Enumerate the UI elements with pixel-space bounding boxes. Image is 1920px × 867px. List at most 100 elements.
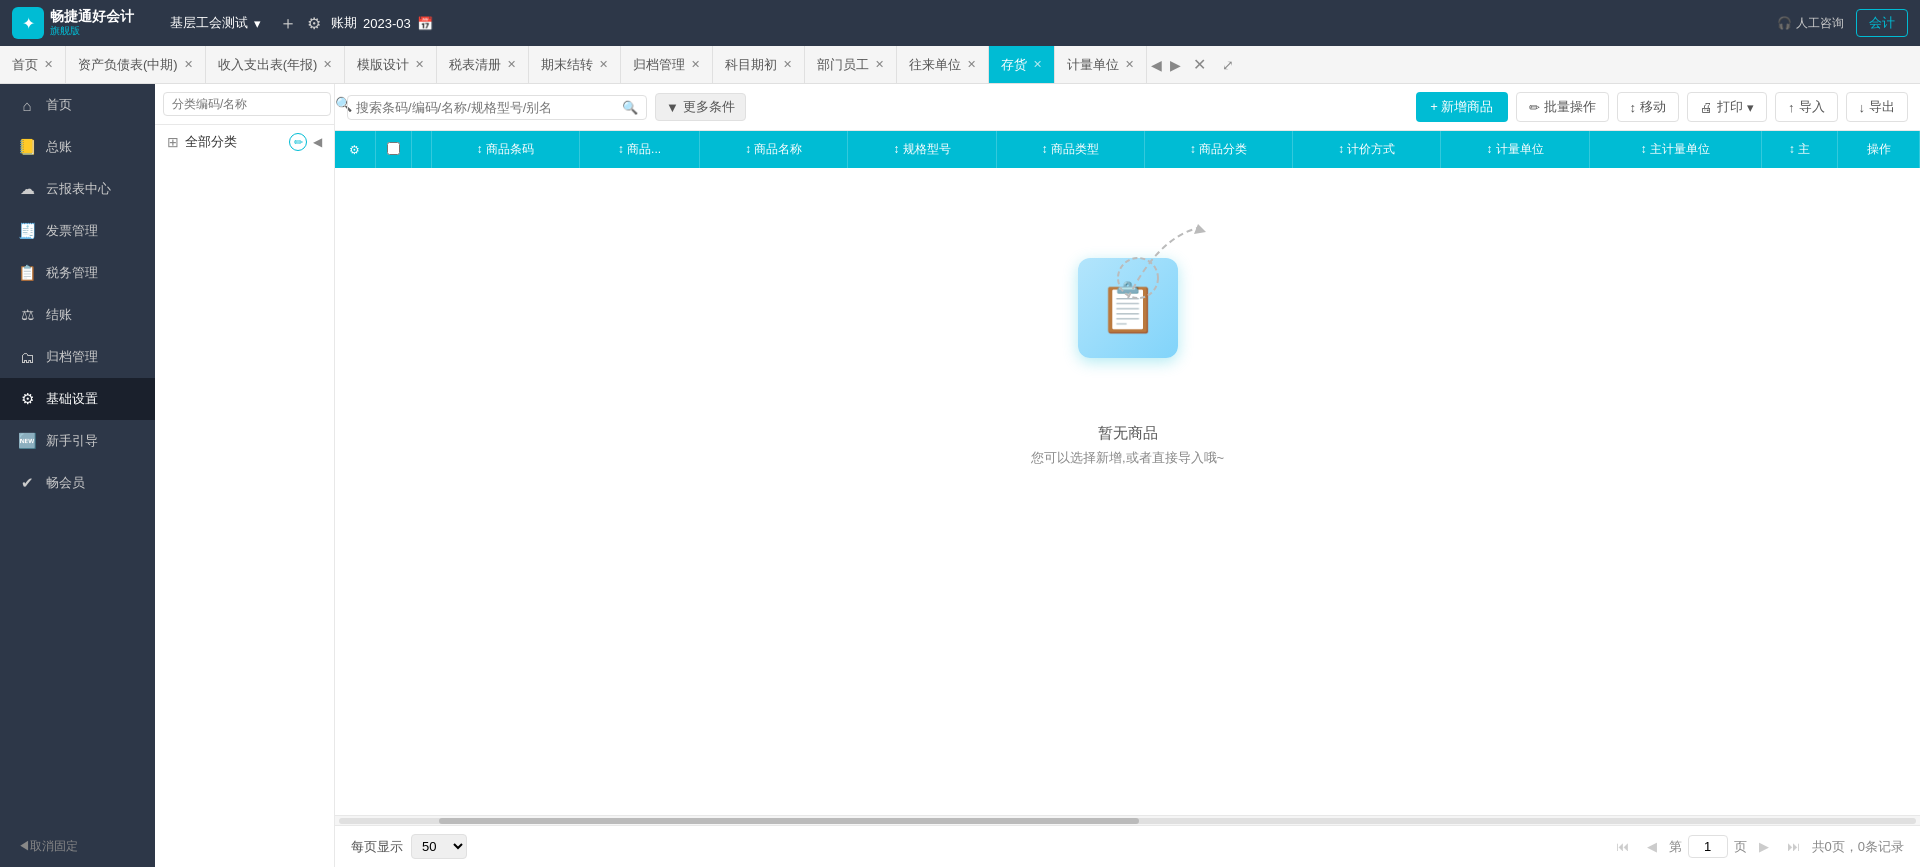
th-checkbox[interactable] <box>375 131 411 168</box>
sidebar-item-archive[interactable]: 🗂 归档管理 <box>0 336 155 378</box>
sidebar-label-guide: 新手引导 <box>46 432 98 450</box>
print-icon: 🖨 <box>1700 100 1713 115</box>
tab-tax[interactable]: 税表清册 ✕ <box>437 46 529 84</box>
account-button[interactable]: 会计 <box>1856 9 1908 37</box>
sidebar-item-ledger[interactable]: 📒 总账 <box>0 126 155 168</box>
dropdown-icon: ▾ <box>254 16 261 31</box>
tab-next-button[interactable]: ▶ <box>1166 57 1185 73</box>
close-tab-template[interactable]: ✕ <box>415 58 424 71</box>
calendar-icon[interactable]: 📅 <box>417 16 433 31</box>
close-tab-unit[interactable]: ✕ <box>1125 58 1134 71</box>
add-product-label: + 新增商品 <box>1430 98 1493 116</box>
scroll-thumb[interactable] <box>439 818 1139 824</box>
close-tab-subject[interactable]: ✕ <box>783 58 792 71</box>
add-product-button[interactable]: + 新增商品 <box>1416 92 1507 122</box>
th-unit[interactable]: ↕ 计量单位 <box>1441 131 1589 168</box>
add-tab-button[interactable]: ＋ <box>279 11 297 35</box>
sidebar-item-member[interactable]: ✔ 畅会员 <box>0 462 155 504</box>
th-col13[interactable]: ↕ 主 <box>1761 131 1837 168</box>
close-tab-archive[interactable]: ✕ <box>691 58 700 71</box>
tab-dept[interactable]: 部门员工 ✕ <box>805 46 897 84</box>
category-search-input[interactable] <box>163 92 331 116</box>
app-header: ✦ 畅捷通好会计 旗舰版 基层工会测试 ▾ ＋ ⚙ 账期 2023-03 📅 🎧… <box>0 0 1920 46</box>
tab-unit[interactable]: 计量单位 ✕ <box>1055 46 1147 84</box>
empty-desc: 您可以选择新增,或者直接导入哦~ <box>1031 449 1224 467</box>
horizontal-scrollbar[interactable] <box>335 815 1920 825</box>
cancel-pin-button[interactable]: ◀取消固定 <box>0 826 155 867</box>
th-spec[interactable]: ↕ 规格型号 <box>848 131 996 168</box>
sidebar-item-guide[interactable]: 🆕 新手引导 <box>0 420 155 462</box>
filter-button[interactable]: ▼ 更多条件 <box>655 93 746 121</box>
close-all-tabs-button[interactable]: ✕ <box>1185 55 1214 74</box>
th-code[interactable]: ↕ 商品... <box>579 131 699 168</box>
prev-page-button[interactable]: ◀ <box>1641 837 1663 856</box>
close-tab-tax[interactable]: ✕ <box>507 58 516 71</box>
tab-income[interactable]: 收入支出表(年报) ✕ <box>206 46 346 84</box>
sidebar-label-home: 首页 <box>46 96 72 114</box>
company-selector[interactable]: 基层工会测试 ▾ <box>162 10 269 36</box>
archive-icon: 🗂 <box>18 349 36 366</box>
import-button[interactable]: ↑ 导入 <box>1775 92 1838 122</box>
th-type[interactable]: ↕ 商品类型 <box>996 131 1144 168</box>
tab-archive[interactable]: 归档管理 ✕ <box>621 46 713 84</box>
th-category[interactable]: ↕ 商品分类 <box>1144 131 1292 168</box>
tab-home[interactable]: 首页 ✕ <box>0 46 66 84</box>
toolbar: 🔍 ▼ 更多条件 + 新增商品 ✏ 批量操作 ↕ <box>335 84 1920 131</box>
th-settings[interactable]: ⚙ <box>335 131 375 168</box>
app-subtitle: 旗舰版 <box>50 24 134 38</box>
batch-button[interactable]: ✏ 批量操作 <box>1516 92 1609 122</box>
grid-icon: ⊞ <box>167 134 179 150</box>
print-button[interactable]: 🖨 打印 ▾ <box>1687 92 1767 122</box>
th-price-mode[interactable]: ↕ 计价方式 <box>1293 131 1441 168</box>
product-search-input[interactable] <box>356 100 616 115</box>
sidebar-item-settle[interactable]: ⚖ 结账 <box>0 294 155 336</box>
next-page-button[interactable]: ▶ <box>1753 837 1775 856</box>
product-search-icon[interactable]: 🔍 <box>622 100 638 115</box>
select-all-checkbox[interactable] <box>387 142 400 155</box>
page-input[interactable] <box>1688 835 1728 858</box>
product-table-container: ⚙ ↕ 商品条码 ↕ 商品... ↕ 商品名称 ↕ 规格型号 ↕ 商品类型 <box>335 131 1920 815</box>
tab-balance[interactable]: 资产负债表(中期) ✕ <box>66 46 206 84</box>
category-all[interactable]: ⊞ 全部分类 ✏ ◀ <box>155 125 334 159</box>
tab-subject[interactable]: 科目期初 ✕ <box>713 46 805 84</box>
settings-icon[interactable]: ⚙ <box>307 14 321 33</box>
sidebar-item-tax[interactable]: 📋 税务管理 <box>0 252 155 294</box>
category-collapse-icon[interactable]: ◀ <box>313 135 322 149</box>
page-suffix: 页 <box>1734 838 1747 856</box>
first-page-button[interactable]: ⏮ <box>1610 837 1635 856</box>
help-button[interactable]: 🎧 人工咨询 <box>1777 15 1844 32</box>
sidebar-item-reports[interactable]: ☁ 云报表中心 <box>0 168 155 210</box>
close-tab-home[interactable]: ✕ <box>44 58 53 71</box>
sidebar-item-settings[interactable]: ⚙ 基础设置 <box>0 378 155 420</box>
export-button[interactable]: ↓ 导出 <box>1846 92 1909 122</box>
tab-inventory[interactable]: 存货 ✕ <box>989 46 1055 84</box>
home-icon: ⌂ <box>18 97 36 114</box>
sidebar-item-home[interactable]: ⌂ 首页 <box>0 84 155 126</box>
period-value: 2023-03 <box>363 16 411 31</box>
company-name: 基层工会测试 <box>170 14 248 32</box>
tab-closing[interactable]: 期末结转 ✕ <box>529 46 621 84</box>
sidebar-label-settings: 基础设置 <box>46 390 98 408</box>
cancel-pin-label: ◀取消固定 <box>18 838 78 855</box>
th-barcode[interactable]: ↕ 商品条码 <box>431 131 579 168</box>
close-tab-balance[interactable]: ✕ <box>184 58 193 71</box>
empty-title: 暂无商品 <box>1098 424 1158 443</box>
category-edit-icon[interactable]: ✏ <box>289 133 307 151</box>
th-main-unit[interactable]: ↕ 主计量单位 <box>1589 131 1761 168</box>
close-tab-inventory[interactable]: ✕ <box>1033 58 1042 71</box>
close-tab-closing[interactable]: ✕ <box>599 58 608 71</box>
expand-tabs-button[interactable]: ⤢ <box>1214 57 1242 73</box>
tab-template[interactable]: 模版设计 ✕ <box>345 46 437 84</box>
tab-contacts[interactable]: 往来单位 ✕ <box>897 46 989 84</box>
close-tab-contacts[interactable]: ✕ <box>967 58 976 71</box>
sidebar-item-invoice[interactable]: 🧾 发票管理 <box>0 210 155 252</box>
tab-prev-button[interactable]: ◀ <box>1147 57 1166 73</box>
close-tab-dept[interactable]: ✕ <box>875 58 884 71</box>
th-expand <box>411 131 431 168</box>
th-name[interactable]: ↕ 商品名称 <box>700 131 848 168</box>
move-button[interactable]: ↕ 移动 <box>1617 92 1680 122</box>
last-page-button[interactable]: ⏭ <box>1781 837 1806 856</box>
print-label: 打印 <box>1717 98 1743 116</box>
per-page-select[interactable]: 50 10 20 100 <box>411 834 467 859</box>
close-tab-income[interactable]: ✕ <box>323 58 332 71</box>
